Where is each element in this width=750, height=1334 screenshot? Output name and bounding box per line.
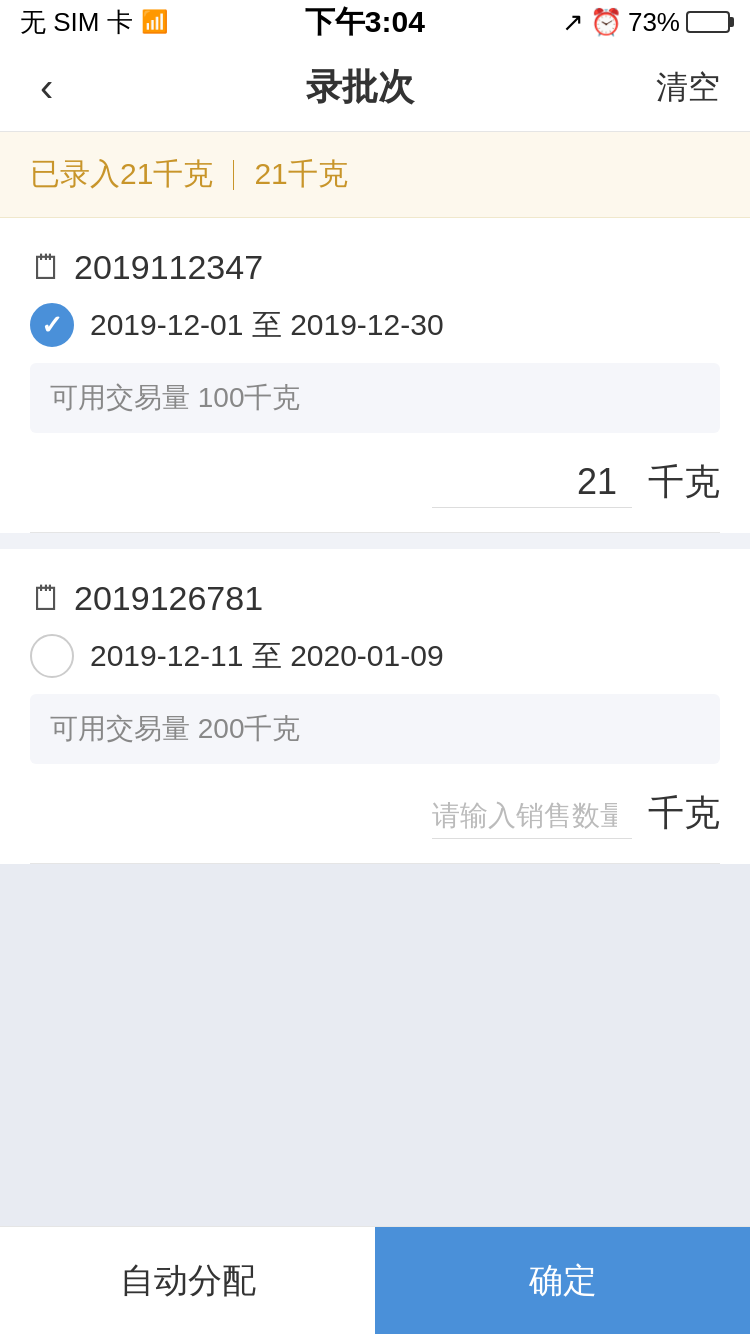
batch-input-row-2: 千克 xyxy=(0,764,750,839)
total-label: 21千克 xyxy=(254,154,347,195)
wifi-icon: 📶 xyxy=(141,9,168,35)
battery-icon xyxy=(686,11,730,33)
recorded-label: 已录入21千克 xyxy=(30,154,213,195)
back-button[interactable]: ‹ xyxy=(30,55,63,120)
content-area: 🗒 2019112347 2019-12-01 至 2019-12-30 可用交… xyxy=(0,218,750,1264)
batch-id-row-2: 🗒 2019126781 xyxy=(30,579,720,618)
status-bar: 无 SIM 卡 📶 下午3:04 ↗ ⏰ 73% xyxy=(0,0,750,44)
summary-bar: 已录入21千克 21千克 xyxy=(0,132,750,218)
batch-qty-1: 可用交易量 100千克 xyxy=(30,363,720,433)
batch-icon-2: 🗒 xyxy=(30,579,64,618)
alarm-icon: ⏰ xyxy=(590,7,622,38)
nav-bar: ‹ 录批次 清空 xyxy=(0,44,750,132)
battery-percent: 73% xyxy=(628,7,680,38)
batch-qty-2: 可用交易量 200千克 xyxy=(30,694,720,764)
radio-1[interactable] xyxy=(30,303,74,347)
radio-2[interactable] xyxy=(30,634,74,678)
batch-unit-2: 千克 xyxy=(648,789,720,838)
confirm-button[interactable]: 确定 xyxy=(375,1227,750,1334)
batch-date-row-2[interactable]: 2019-12-11 至 2020-01-09 xyxy=(30,634,720,678)
clear-button[interactable]: 清空 xyxy=(656,66,720,110)
batch-date-1: 2019-12-01 至 2019-12-30 xyxy=(90,305,444,346)
batch-id-2: 2019126781 xyxy=(74,579,263,618)
batch-id-1: 2019112347 xyxy=(74,248,263,287)
batch-item-2: 🗒 2019126781 2019-12-11 至 2020-01-09 可用交… xyxy=(0,549,750,864)
carrier-label: 无 SIM 卡 xyxy=(20,5,133,40)
auto-distribute-button[interactable]: 自动分配 xyxy=(0,1227,375,1334)
batch-input-row-1: 千克 xyxy=(0,433,750,508)
status-bar-left: 无 SIM 卡 📶 xyxy=(20,5,168,40)
batch-date-row-1[interactable]: 2019-12-01 至 2019-12-30 xyxy=(30,303,720,347)
batch-id-row-1: 🗒 2019112347 xyxy=(30,248,720,287)
location-icon: ↗ xyxy=(562,7,584,38)
batch-qty-input-2[interactable] xyxy=(432,788,632,839)
batch-item-1: 🗒 2019112347 2019-12-01 至 2019-12-30 可用交… xyxy=(0,218,750,533)
page-title: 录批次 xyxy=(306,63,414,112)
status-bar-right: ↗ ⏰ 73% xyxy=(562,7,730,38)
batch-icon-1: 🗒 xyxy=(30,248,64,287)
section-gap-1 xyxy=(0,533,750,549)
empty-area xyxy=(0,864,750,1264)
bottom-bar: 自动分配 确定 xyxy=(0,1226,750,1334)
time-label: 下午3:04 xyxy=(305,2,425,43)
batch-unit-1: 千克 xyxy=(648,458,720,507)
batch-qty-input-1[interactable] xyxy=(432,457,632,508)
summary-divider xyxy=(233,160,234,190)
batch-date-2: 2019-12-11 至 2020-01-09 xyxy=(90,636,444,677)
